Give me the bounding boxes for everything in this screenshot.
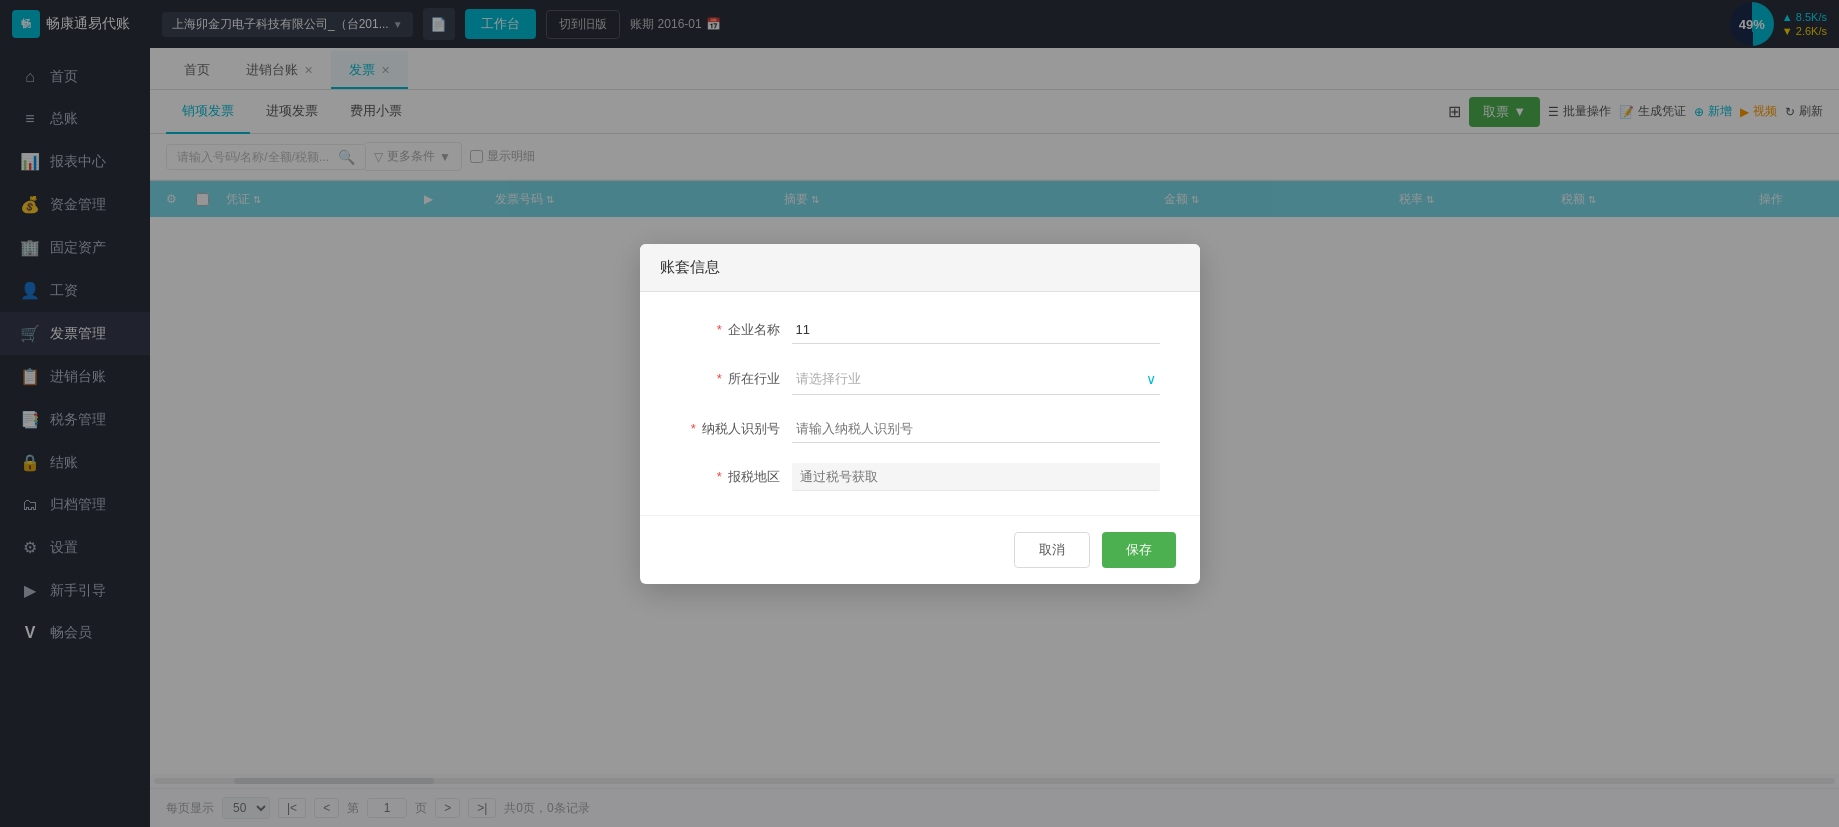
- cancel-button[interactable]: 取消: [1014, 532, 1090, 568]
- save-button[interactable]: 保存: [1102, 532, 1176, 568]
- modal-footer: 取消 保存: [640, 515, 1200, 584]
- required-mark: *: [691, 421, 696, 436]
- modal-body: * 企业名称 * 所在行业 请选择行业 ∨ *: [640, 292, 1200, 515]
- chevron-down-icon: ∨: [1146, 371, 1156, 387]
- tax-region-label: * 报税地区: [680, 468, 780, 486]
- form-row-company-name: * 企业名称: [680, 316, 1160, 344]
- company-name-label: * 企业名称: [680, 321, 780, 339]
- form-row-industry: * 所在行业 请选择行业 ∨: [680, 364, 1160, 395]
- required-mark: *: [717, 371, 722, 386]
- tax-id-label: * 纳税人识别号: [680, 420, 780, 438]
- industry-label: * 所在行业: [680, 370, 780, 388]
- form-row-tax-region: * 报税地区: [680, 463, 1160, 491]
- required-mark: *: [717, 322, 722, 337]
- tax-region-input: [792, 463, 1160, 491]
- modal-overlay: 账套信息 * 企业名称 * 所在行业 请选择行业 ∨: [0, 0, 1839, 827]
- tax-id-input[interactable]: [792, 415, 1160, 443]
- industry-select[interactable]: 请选择行业 ∨: [792, 364, 1160, 395]
- modal-dialog: 账套信息 * 企业名称 * 所在行业 请选择行业 ∨: [640, 244, 1200, 584]
- form-row-tax-id: * 纳税人识别号: [680, 415, 1160, 443]
- modal-title: 账套信息: [660, 258, 720, 275]
- company-name-input[interactable]: [792, 316, 1160, 344]
- required-mark: *: [717, 469, 722, 484]
- modal-header: 账套信息: [640, 244, 1200, 292]
- industry-placeholder: 请选择行业: [796, 370, 1146, 388]
